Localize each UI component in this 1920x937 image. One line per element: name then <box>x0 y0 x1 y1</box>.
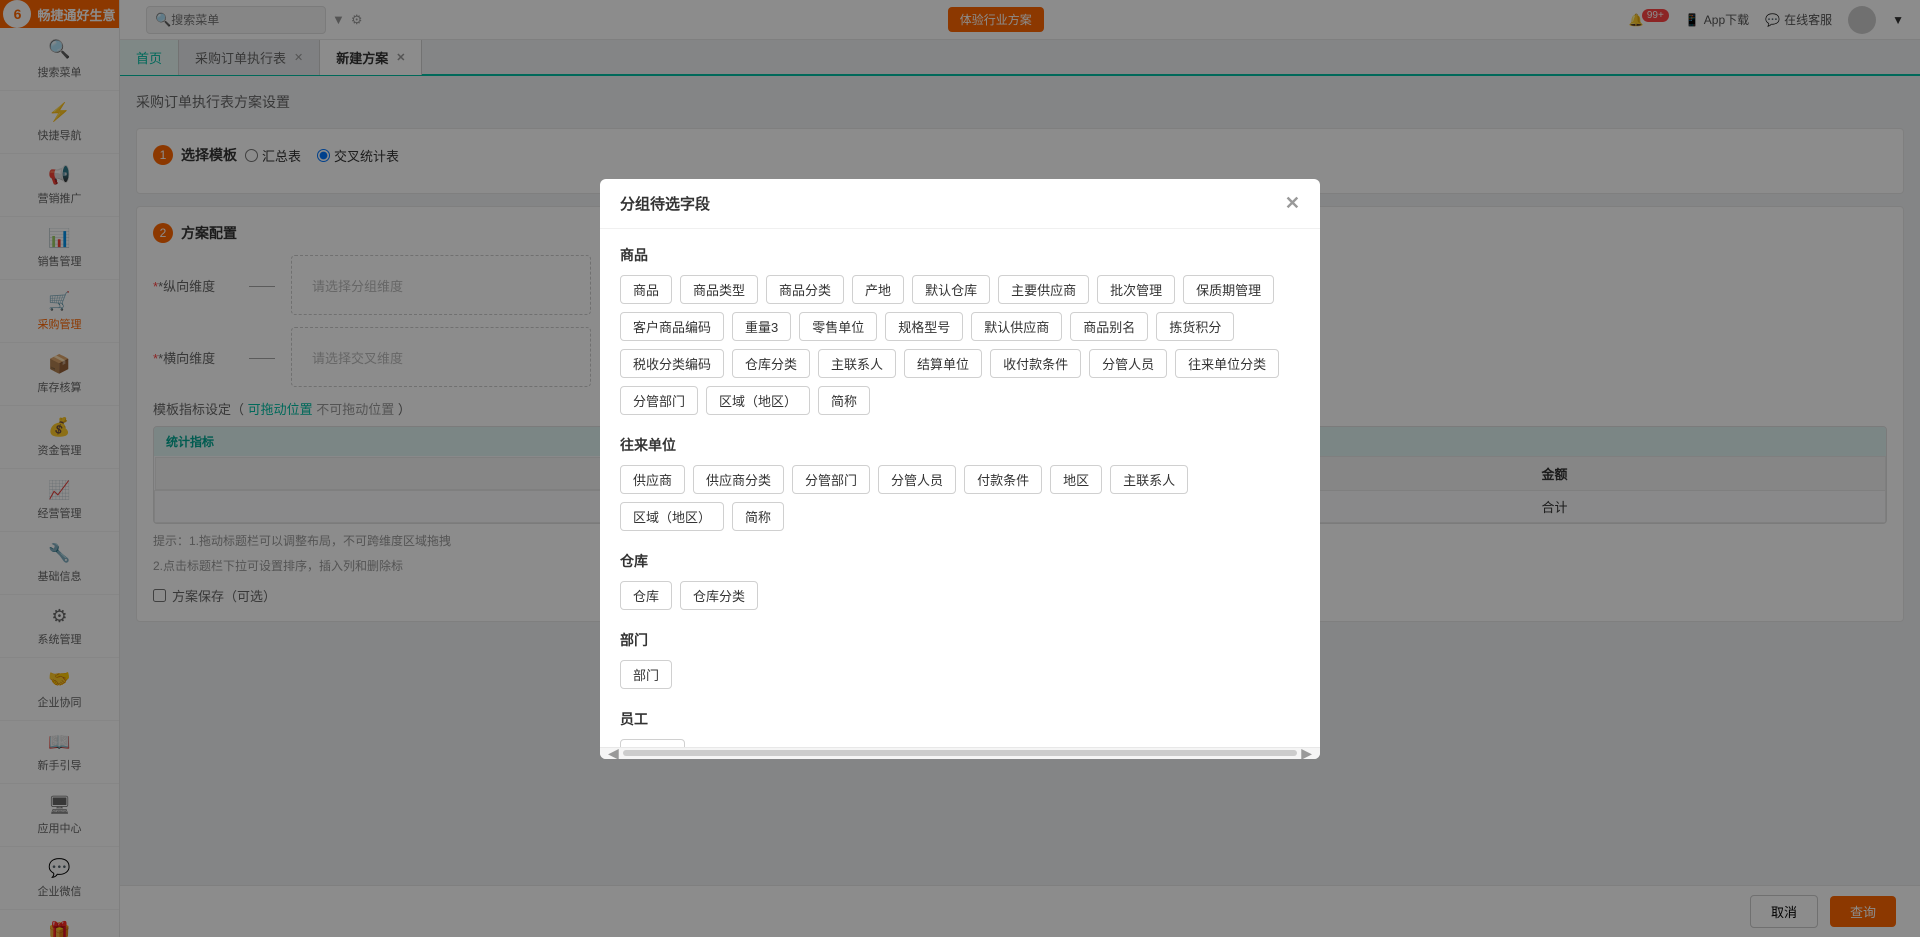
field-tag-goods-5[interactable]: 主要供应商 <box>998 275 1089 304</box>
field-tag-goods-8[interactable]: 客户商品编码 <box>620 312 724 341</box>
field-tags-dept: 部门 <box>620 660 1300 689</box>
field-tag-goods-22[interactable]: 分管部门 <box>620 386 698 415</box>
field-section-warehouse: 仓库仓库仓库分类 <box>620 551 1300 610</box>
field-tag-partner-0[interactable]: 供应商 <box>620 465 685 494</box>
field-tag-goods-3[interactable]: 产地 <box>852 275 904 304</box>
modal-close-button[interactable]: ✕ <box>1285 193 1300 214</box>
field-tags-warehouse: 仓库仓库分类 <box>620 581 1300 610</box>
field-tag-partner-4[interactable]: 付款条件 <box>964 465 1042 494</box>
modal-header: 分组待选字段 ✕ <box>600 179 1320 229</box>
field-tag-employee-0[interactable]: 业务员 <box>620 739 685 747</box>
field-tag-partner-3[interactable]: 分管人员 <box>878 465 956 494</box>
field-tag-goods-12[interactable]: 默认供应商 <box>971 312 1062 341</box>
modal-body: 商品商品商品类型商品分类产地默认仓库主要供应商批次管理保质期管理客户商品编码重量… <box>600 229 1320 747</box>
field-tag-goods-17[interactable]: 主联系人 <box>818 349 896 378</box>
modal-overlay[interactable]: 分组待选字段 ✕ 商品商品商品类型商品分类产地默认仓库主要供应商批次管理保质期管… <box>0 0 1920 937</box>
field-tag-partner-8[interactable]: 简称 <box>732 502 784 531</box>
field-tag-partner-6[interactable]: 主联系人 <box>1110 465 1188 494</box>
field-section-title-employee: 员工 <box>620 709 1300 729</box>
hscroll-bar[interactable] <box>623 750 1297 756</box>
field-section-title-goods: 商品 <box>620 245 1300 265</box>
field-tag-goods-20[interactable]: 分管人员 <box>1089 349 1167 378</box>
modal: 分组待选字段 ✕ 商品商品商品类型商品分类产地默认仓库主要供应商批次管理保质期管… <box>600 179 1320 759</box>
field-section-title-dept: 部门 <box>620 630 1300 650</box>
field-section-dept: 部门部门 <box>620 630 1300 689</box>
field-section-title-partner: 往来单位 <box>620 435 1300 455</box>
field-tag-goods-7[interactable]: 保质期管理 <box>1183 275 1274 304</box>
field-tags-employee: 业务员 <box>620 739 1300 747</box>
modal-hscroll: ◀ ▶ <box>600 747 1320 759</box>
field-tag-partner-1[interactable]: 供应商分类 <box>693 465 784 494</box>
field-tags-goods: 商品商品类型商品分类产地默认仓库主要供应商批次管理保质期管理客户商品编码重量3 零… <box>620 275 1300 415</box>
field-tag-goods-24[interactable]: 简称 <box>818 386 870 415</box>
field-tag-goods-14[interactable]: 拣货积分 <box>1156 312 1234 341</box>
field-tag-partner-7[interactable]: 区域（地区） <box>620 502 724 531</box>
field-tag-goods-6[interactable]: 批次管理 <box>1097 275 1175 304</box>
modal-title: 分组待选字段 <box>620 193 710 214</box>
field-tag-goods-18[interactable]: 结算单位 <box>904 349 982 378</box>
field-tag-warehouse-0[interactable]: 仓库 <box>620 581 672 610</box>
field-tag-goods-2[interactable]: 商品分类 <box>766 275 844 304</box>
field-tag-goods-16[interactable]: 仓库分类 <box>732 349 810 378</box>
field-tag-goods-1[interactable]: 商品类型 <box>680 275 758 304</box>
field-tag-goods-0[interactable]: 商品 <box>620 275 672 304</box>
field-tag-dept-0[interactable]: 部门 <box>620 660 672 689</box>
field-tag-goods-9[interactable]: 重量3 <box>732 312 791 341</box>
field-tag-goods-23[interactable]: 区域（地区） <box>706 386 810 415</box>
field-tags-partner: 供应商供应商分类分管部门分管人员付款条件地区主联系人区域（地区） 简称 <box>620 465 1300 531</box>
hscroll-left-icon[interactable]: ◀ <box>604 745 623 759</box>
field-tag-partner-5[interactable]: 地区 <box>1050 465 1102 494</box>
field-section-partner: 往来单位供应商供应商分类分管部门分管人员付款条件地区主联系人区域（地区） 简称 <box>620 435 1300 531</box>
field-tag-goods-10[interactable]: 零售单位 <box>799 312 877 341</box>
field-section-goods: 商品商品商品类型商品分类产地默认仓库主要供应商批次管理保质期管理客户商品编码重量… <box>620 245 1300 415</box>
field-tag-goods-21[interactable]: 往来单位分类 <box>1175 349 1279 378</box>
field-tag-goods-4[interactable]: 默认仓库 <box>912 275 990 304</box>
hscroll-right-icon[interactable]: ▶ <box>1297 745 1316 759</box>
field-tag-warehouse-1[interactable]: 仓库分类 <box>680 581 758 610</box>
field-tag-partner-2[interactable]: 分管部门 <box>792 465 870 494</box>
field-tag-goods-11[interactable]: 规格型号 <box>885 312 963 341</box>
field-tag-goods-13[interactable]: 商品别名 <box>1070 312 1148 341</box>
field-tag-goods-19[interactable]: 收付款条件 <box>990 349 1081 378</box>
field-tag-goods-15[interactable]: 税收分类编码 <box>620 349 724 378</box>
field-section-title-warehouse: 仓库 <box>620 551 1300 571</box>
field-section-employee: 员工业务员 <box>620 709 1300 747</box>
